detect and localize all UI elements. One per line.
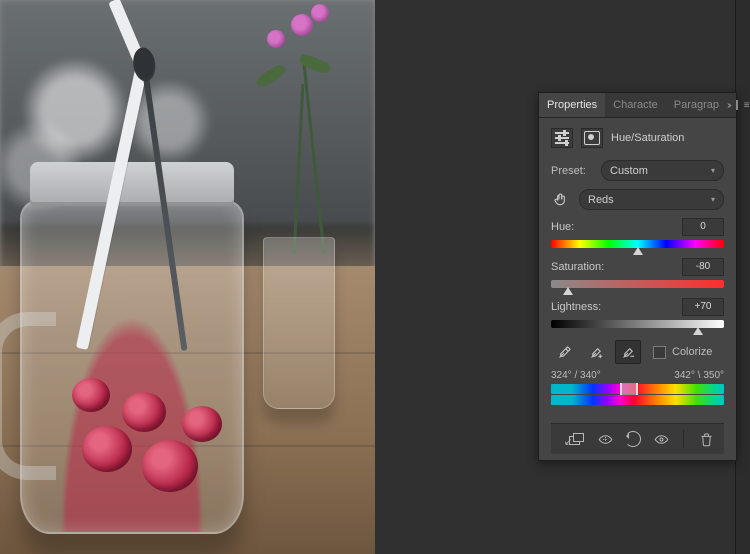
colorize-checkbox[interactable]: Colorize	[653, 346, 712, 359]
hue-slider-track[interactable]	[551, 240, 724, 248]
preset-select[interactable]: Custom ▾	[601, 160, 724, 181]
preset-value: Custom	[610, 165, 648, 177]
tab-paragraph[interactable]: Paragrap	[666, 93, 727, 117]
adjustment-title: Hue/Saturation	[611, 132, 684, 144]
vertical-scrollbar[interactable]	[735, 0, 750, 554]
preset-label: Preset:	[551, 165, 593, 177]
reset-icon[interactable]	[625, 431, 641, 447]
panel-divider-icon	[736, 100, 738, 110]
collapse-panel-icon[interactable]: ››	[727, 100, 730, 111]
range-right-readout: 342° \ 350°	[674, 370, 724, 381]
panel-tabs: Properties Characte Paragrap ›› ≡	[539, 93, 736, 118]
eyedropper-icon[interactable]	[551, 340, 577, 364]
hue-label: Hue:	[551, 221, 574, 233]
colorize-label: Colorize	[672, 346, 712, 358]
eyedropper-subtract-icon[interactable]	[615, 340, 641, 364]
photo-flower	[291, 14, 313, 36]
photo-flower	[267, 30, 285, 48]
channel-select[interactable]: Reds ▾	[579, 189, 724, 210]
clip-to-layer-icon[interactable]: ↙	[569, 431, 585, 447]
saturation-label: Saturation:	[551, 261, 604, 273]
panel-menu-icon[interactable]: ≡	[744, 100, 750, 111]
view-previous-icon[interactable]	[597, 431, 613, 447]
panel-footer: ↙	[551, 423, 724, 454]
layer-mask-icon[interactable]	[581, 128, 603, 148]
hue-slider-block: Hue: 0	[551, 218, 724, 248]
saturation-slider-thumb[interactable]	[563, 287, 573, 295]
eyedropper-add-icon[interactable]	[583, 340, 609, 364]
lightness-slider-block: Lightness: +70	[551, 298, 724, 328]
saturation-slider-track[interactable]	[551, 280, 724, 288]
hue-value-input[interactable]: 0	[682, 218, 724, 236]
hue-slider-thumb[interactable]	[633, 247, 643, 255]
chevron-down-icon: ▾	[711, 166, 715, 175]
range-left-readout: 324° / 340°	[551, 370, 601, 381]
adjustment-type-icon[interactable]	[551, 128, 573, 148]
photo-flower	[311, 4, 329, 22]
saturation-value-input[interactable]: -80	[682, 258, 724, 276]
chevron-down-icon: ▾	[711, 195, 715, 204]
color-range-strip[interactable]	[551, 384, 724, 394]
visibility-icon[interactable]	[653, 431, 669, 447]
targeted-adjustment-icon[interactable]	[551, 190, 571, 210]
color-range-handles[interactable]	[620, 383, 638, 395]
photo-jar	[20, 200, 244, 534]
lightness-slider-track[interactable]	[551, 320, 724, 328]
tab-character[interactable]: Characte	[605, 93, 666, 117]
lightness-slider-thumb[interactable]	[693, 327, 703, 335]
saturation-slider-block: Saturation: -80	[551, 258, 724, 288]
trash-icon[interactable]	[698, 431, 714, 447]
color-range-strip-ref	[551, 395, 724, 405]
lightness-label: Lightness:	[551, 301, 601, 313]
channel-value: Reds	[588, 194, 614, 206]
document-canvas[interactable]	[0, 0, 375, 554]
photo-vase	[263, 237, 335, 409]
tab-properties[interactable]: Properties	[539, 93, 605, 117]
checkbox-icon	[653, 346, 666, 359]
lightness-value-input[interactable]: +70	[682, 298, 724, 316]
properties-panel: Properties Characte Paragrap ›› ≡ Hue/Sa…	[538, 92, 737, 461]
